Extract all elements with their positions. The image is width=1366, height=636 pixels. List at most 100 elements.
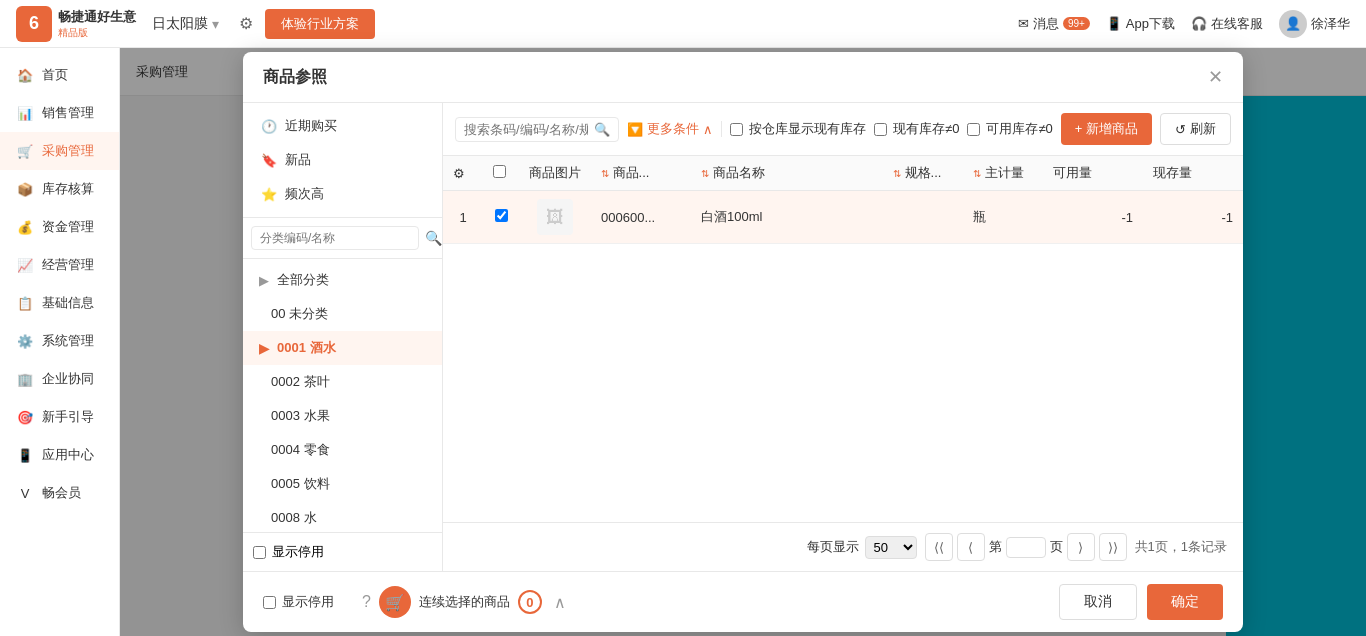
modal-footer: 显示停用 ? 🛒 连续选择的商品 0 ∧ 取消 确定 <box>243 571 1243 632</box>
sidebar-item-基础信息[interactable]: 📋基础信息 <box>0 284 119 322</box>
sidebar-item-企业协同[interactable]: 🏢企业协同 <box>0 360 119 398</box>
modal-close-button[interactable]: ✕ <box>1208 66 1223 88</box>
sort-icon: ⇅ <box>601 168 609 179</box>
footer-disabled-checkbox[interactable] <box>263 596 276 609</box>
row-checkbox[interactable] <box>495 209 508 222</box>
add-product-button[interactable]: + 新增商品 <box>1061 113 1152 145</box>
sidebar-label: 采购管理 <box>42 142 94 160</box>
sidebar-item-新手引导[interactable]: 🎯新手引导 <box>0 398 119 436</box>
sidebar-icon: 🏠 <box>16 66 34 84</box>
modal-overlay: 商品参照 ✕ 🕐 近期购买 🔖新品 ⭐频次高 🔍 ▶全部分类00 未分类▶0001 酒… <box>120 48 1366 636</box>
expand-arrow-icon: ▶ <box>259 273 269 288</box>
separator <box>721 121 722 137</box>
show-disabled-checkbox[interactable] <box>253 546 266 559</box>
sidebar-item-系统管理[interactable]: ⚙️系统管理 <box>0 322 119 360</box>
confirm-button[interactable]: 确定 <box>1147 584 1223 620</box>
sort-icon-unit: ⇅ <box>973 168 981 179</box>
modal-body: 🕐 近期购买 🔖新品 ⭐频次高 🔍 ▶全部分类00 未分类▶0001 酒水0002 茶… <box>243 103 1243 571</box>
sidebar-item-经营管理[interactable]: 📈经营管理 <box>0 246 119 284</box>
category-item[interactable]: ▶0001 酒水 <box>243 331 442 365</box>
col-code-header: ⇅ 商品... <box>591 156 691 191</box>
help-icon[interactable]: ? <box>362 593 371 611</box>
page-info: 共1页，1条记录 <box>1135 538 1227 556</box>
col-stock-header: 现存量 <box>1143 156 1243 191</box>
modal: 商品参照 ✕ 🕐 近期购买 🔖新品 ⭐频次高 🔍 ▶全部分类00 未分类▶0001 酒… <box>243 52 1243 632</box>
sidebar-label: 销售管理 <box>42 104 94 122</box>
warehouse-filter[interactable]: 按仓库显示现有库存 <box>730 120 866 138</box>
product-search-box[interactable]: 🔍 <box>455 117 619 142</box>
table-header-row: ⚙ 商品图片 ⇅ 商品... <box>443 156 1243 191</box>
avail-nonzero-filter[interactable]: 可用库存≠0 <box>967 120 1052 138</box>
product-panel: 🔍 🔽 更多条件 ∧ 按仓库显示现有库存 <box>443 103 1243 571</box>
sidebar-item-采购管理[interactable]: 🛒采购管理 <box>0 132 119 170</box>
col-unit-header: ⇅ 主计量 <box>963 156 1043 191</box>
store-dropdown-arrow: ▾ <box>212 16 219 32</box>
page-number-input[interactable]: 1 <box>1006 537 1046 558</box>
product-search-input[interactable] <box>464 122 588 137</box>
sidebar-icon: 📱 <box>16 446 34 464</box>
sidebar-label: 资金管理 <box>42 218 94 236</box>
category-search-icon[interactable]: 🔍 <box>425 230 442 246</box>
filter-icon: 🔽 <box>627 122 643 137</box>
stock-nonzero-filter[interactable]: 现有库存≠0 <box>874 120 959 138</box>
select-all-checkbox[interactable] <box>493 165 506 178</box>
stock-nonzero-checkbox[interactable] <box>874 123 887 136</box>
category-item[interactable]: ▶全部分类 <box>243 263 442 297</box>
col-avail-header: 可用量 <box>1043 156 1143 191</box>
tab-label: 近期购买 <box>285 117 337 135</box>
footer-show-disabled[interactable]: 显示停用 <box>263 593 334 611</box>
category-item[interactable]: 0004 零食 <box>243 433 442 467</box>
modal-title: 商品参照 <box>263 67 327 88</box>
settings-col-icon[interactable]: ⚙ <box>453 166 465 181</box>
sidebar: 🏠首页📊销售管理🛒采购管理📦库存核算💰资金管理📈经营管理📋基础信息⚙️系统管理🏢… <box>0 48 120 636</box>
app-download-btn[interactable]: 📱 App下载 <box>1106 15 1175 33</box>
sidebar-item-库存核算[interactable]: 📦库存核算 <box>0 170 119 208</box>
category-item[interactable]: 0008 水 <box>243 501 442 532</box>
settings-icon[interactable]: ⚙ <box>239 14 253 33</box>
product-toolbar: 🔍 🔽 更多条件 ∧ 按仓库显示现有库存 <box>443 103 1243 156</box>
warehouse-checkbox[interactable] <box>730 123 743 136</box>
table-row[interactable]: 1 🖼 000600... 白酒100ml 瓶 -1 -1 <box>443 191 1243 244</box>
trial-button[interactable]: 体验行业方案 <box>265 9 375 39</box>
navbar: 6 畅捷通好生意 精品版 日太阳膜 ▾ ⚙ 体验行业方案 ✉ 消息 99+ 📱 … <box>0 0 1366 48</box>
category-tab-近期购买[interactable]: 🕐 近期购买 <box>251 111 434 141</box>
next-page-button[interactable]: ⟩ <box>1067 533 1095 561</box>
refresh-button[interactable]: ↺ 刷新 <box>1160 113 1231 145</box>
category-tab-频次高[interactable]: ⭐频次高 <box>251 179 434 209</box>
category-item[interactable]: 00 未分类 <box>243 297 442 331</box>
headset-icon: 🎧 <box>1191 16 1207 31</box>
category-search: 🔍 <box>243 218 442 259</box>
user-menu[interactable]: 👤 徐泽华 <box>1279 10 1350 38</box>
sidebar-item-畅会员[interactable]: V畅会员 <box>0 474 119 512</box>
page-nav: ⟨⟨ ⟨ 第 1 页 ⟩ ⟩⟩ <box>925 533 1127 561</box>
per-page: 每页显示 50 100 <box>807 536 917 559</box>
tab-icon: 🕐 <box>261 119 277 134</box>
cancel-button[interactable]: 取消 <box>1059 584 1137 620</box>
avail-nonzero-checkbox[interactable] <box>967 123 980 136</box>
category-item[interactable]: 0005 饮料 <box>243 467 442 501</box>
category-panel: 🕐 近期购买 🔖新品 ⭐频次高 🔍 ▶全部分类00 未分类▶0001 酒水0002 茶… <box>243 103 443 571</box>
service-btn[interactable]: 🎧 在线客服 <box>1191 15 1263 33</box>
category-tabs: 🕐 近期购买 🔖新品 ⭐频次高 <box>243 103 442 218</box>
first-page-button[interactable]: ⟨⟨ <box>925 533 953 561</box>
last-page-button[interactable]: ⟩⟩ <box>1099 533 1127 561</box>
category-tab-新品[interactable]: 🔖新品 <box>251 145 434 175</box>
sidebar-item-资金管理[interactable]: 💰资金管理 <box>0 208 119 246</box>
modal-header: 商品参照 ✕ <box>243 52 1243 103</box>
sidebar-item-首页[interactable]: 🏠首页 <box>0 56 119 94</box>
category-item[interactable]: 0002 茶叶 <box>243 365 442 399</box>
prev-page-button[interactable]: ⟨ <box>957 533 985 561</box>
tab-label: 新品 <box>285 151 311 169</box>
collapse-cart-icon[interactable]: ∧ <box>554 593 566 612</box>
sidebar-icon: 📈 <box>16 256 34 274</box>
filter-more-button[interactable]: 🔽 更多条件 ∧ <box>627 120 713 138</box>
store-selector[interactable]: 日太阳膜 ▾ <box>152 15 219 33</box>
per-page-select[interactable]: 50 100 <box>865 536 917 559</box>
category-item[interactable]: 0003 水果 <box>243 399 442 433</box>
sidebar-item-应用中心[interactable]: 📱应用中心 <box>0 436 119 474</box>
cart-button[interactable]: 🛒 <box>379 586 411 618</box>
app-icon: 📱 <box>1106 16 1122 31</box>
category-search-input[interactable] <box>251 226 419 250</box>
sidebar-item-销售管理[interactable]: 📊销售管理 <box>0 94 119 132</box>
message-btn[interactable]: ✉ 消息 99+ <box>1018 15 1090 33</box>
